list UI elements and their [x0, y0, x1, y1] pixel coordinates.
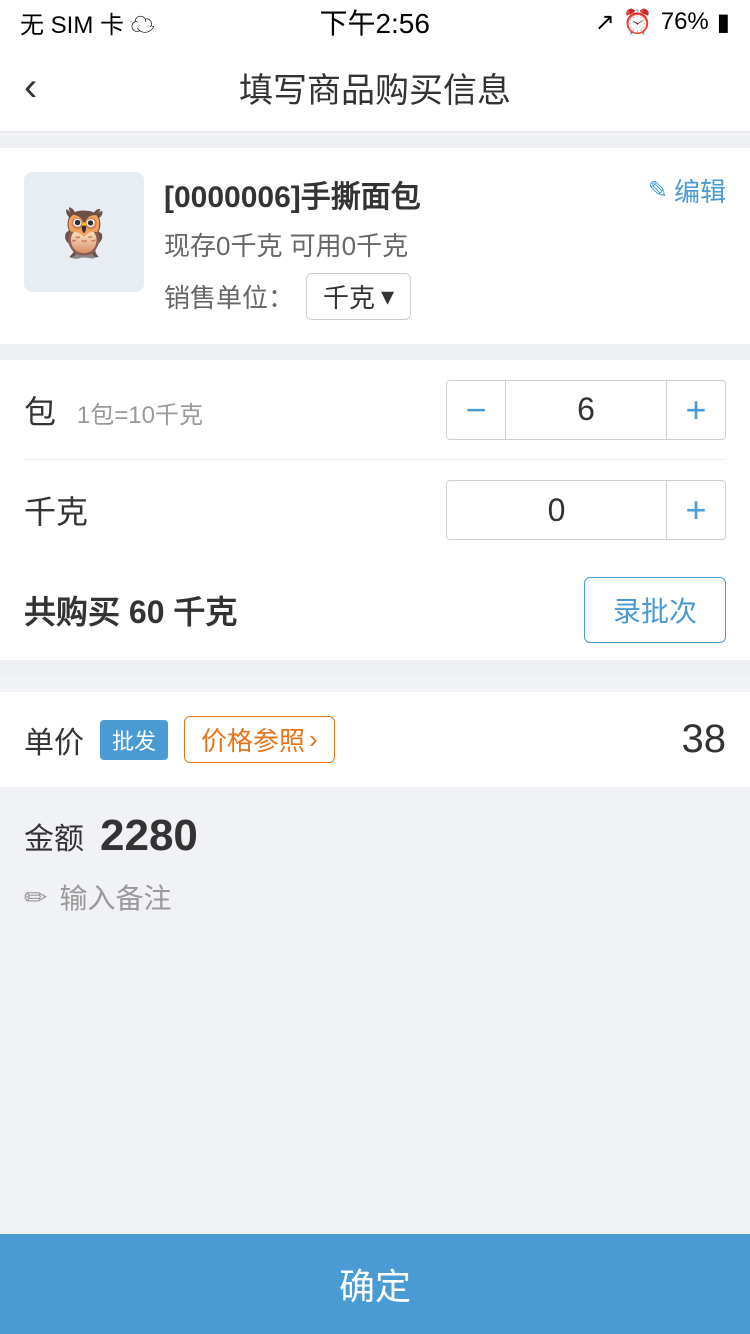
dropdown-icon: ▾ — [381, 281, 394, 312]
location-icon: ↗ — [595, 8, 615, 37]
qianke-label: 千克 — [24, 487, 446, 533]
price-value: 38 — [682, 717, 727, 762]
sim-status: 无 SIM 卡 ☁ — [20, 5, 155, 40]
bao-quantity-control: − + — [446, 380, 726, 440]
total-prefix: 共购买 — [24, 594, 120, 630]
product-card: 🦉 [0000006]手撕面包 现存0千克 可用0千克 销售单位： 千克 ▾ ✎… — [0, 148, 750, 344]
remark-placeholder: 输入备注 — [59, 877, 171, 917]
alarm-icon: ⏰ — [623, 8, 653, 37]
unit-select[interactable]: 千克 ▾ — [306, 273, 411, 320]
nav-bar: ‹ 填写商品购买信息 — [0, 44, 750, 132]
pencil-icon: ✏ — [24, 881, 47, 914]
edit-icon: ✎ — [648, 176, 668, 205]
amount-row: 金额 2280 — [24, 811, 726, 861]
total-row: 共购买 60 千克 录批次 — [0, 560, 750, 660]
unit-value: 千克 — [323, 278, 375, 315]
top-divider — [0, 132, 750, 148]
product-thumbnail: 🦉 — [24, 172, 144, 292]
edit-button[interactable]: ✎ 编辑 — [648, 172, 726, 209]
product-info: [0000006]手撕面包 现存0千克 可用0千克 销售单位： 千克 ▾ — [164, 172, 726, 320]
bao-plus-button[interactable]: + — [666, 380, 726, 440]
qianke-input[interactable] — [446, 480, 666, 540]
bao-input[interactable] — [506, 380, 666, 440]
input-section: 包 1包=10千克 − + 千克 + — [0, 360, 750, 560]
qianke-quantity-control: + — [446, 480, 726, 540]
bao-minus-button[interactable]: − — [446, 380, 506, 440]
confirm-button[interactable]: 确定 — [0, 1234, 750, 1334]
amount-label: 金额 — [24, 814, 84, 858]
qianke-input-row: 千克 + — [24, 460, 726, 560]
battery-icon: ▮ — [717, 8, 730, 37]
edit-label: 编辑 — [674, 172, 726, 209]
bao-label: 包 1包=10千克 — [24, 387, 446, 433]
back-button[interactable]: ‹ — [24, 65, 37, 110]
price-tag: 批发 — [100, 720, 168, 760]
price-label: 单价 — [24, 718, 84, 762]
total-unit: 千克 — [173, 594, 237, 630]
amount-section: 金额 2280 ✏ 输入备注 — [0, 787, 750, 933]
status-bar-left: 无 SIM 卡 ☁ — [20, 5, 155, 40]
status-bar-right: ↗ ⏰ 76% ▮ — [595, 8, 730, 37]
bottom-space — [0, 933, 750, 1233]
unit-label: 销售单位： — [164, 278, 294, 315]
bao-input-row: 包 1包=10千克 − + — [24, 360, 726, 460]
price-row: 单价 批发 价格参照 › 38 — [24, 716, 726, 763]
product-name: [0000006]手撕面包 — [164, 172, 726, 216]
mid-divider-1 — [0, 344, 750, 360]
price-section: 单价 批发 价格参照 › 38 — [0, 692, 750, 787]
amount-value: 2280 — [100, 811, 198, 861]
remark-row[interactable]: ✏ 输入备注 — [24, 877, 726, 917]
qianke-plus-button[interactable]: + — [666, 480, 726, 540]
total-qty: 60 — [129, 594, 173, 630]
price-ref-button[interactable]: 价格参照 › — [184, 716, 335, 763]
battery-level: 76% — [661, 8, 709, 36]
mid-divider-2 — [0, 660, 750, 676]
product-stock: 现存0千克 可用0千克 — [164, 226, 726, 263]
status-bar: 无 SIM 卡 ☁ 下午2:56 ↗ ⏰ 76% ▮ — [0, 0, 750, 44]
price-ref-label: 价格参照 — [201, 721, 305, 758]
batch-button[interactable]: 录批次 — [584, 577, 726, 643]
price-ref-arrow: › — [309, 724, 318, 755]
bao-hint: 1包=10千克 — [77, 402, 203, 429]
total-label: 共购买 60 千克 — [24, 587, 237, 633]
product-unit-row: 销售单位： 千克 ▾ — [164, 273, 726, 320]
product-thumb-icon: 🦉 — [54, 204, 114, 261]
page-title: 填写商品购买信息 — [239, 63, 511, 112]
status-bar-time: 下午2:56 — [319, 2, 430, 42]
